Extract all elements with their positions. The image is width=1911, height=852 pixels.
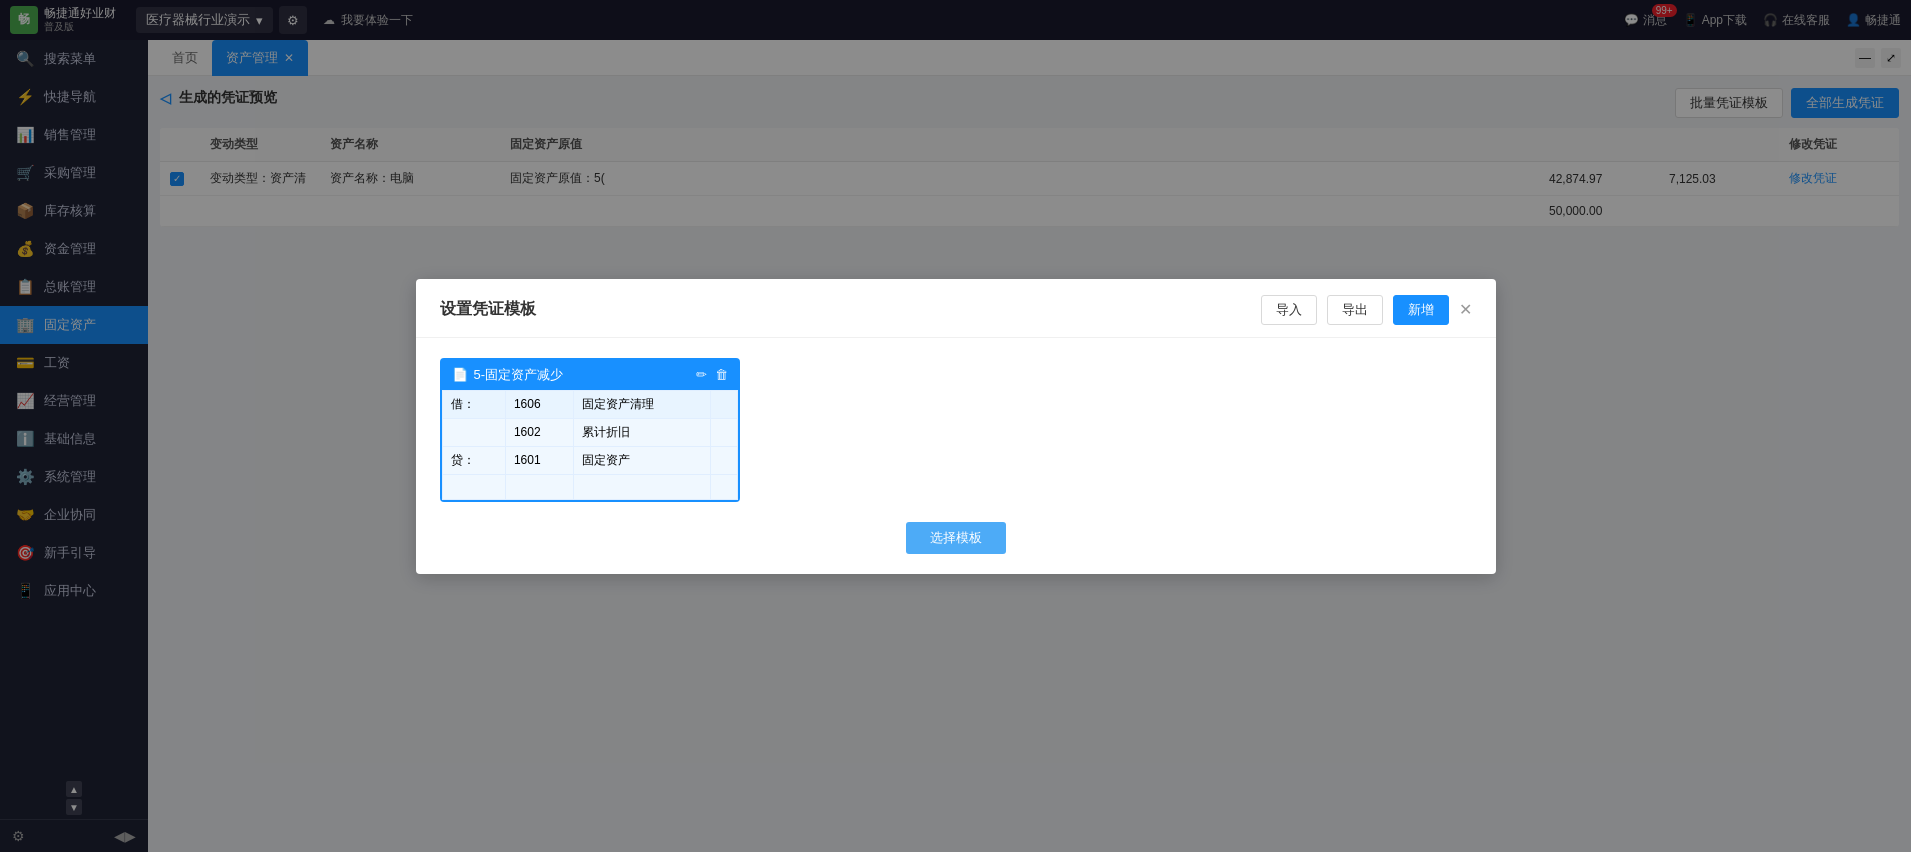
debit-amount-1 — [711, 390, 737, 418]
template-card-header: 📄 5-固定资产减少 ✏ 🗑 — [442, 360, 738, 390]
debit-code-2: 1602 — [505, 418, 573, 446]
delete-icon[interactable]: 🗑 — [715, 367, 728, 382]
empty-row — [442, 474, 737, 499]
export-btn[interactable]: 导出 — [1327, 295, 1383, 325]
edit-icon[interactable]: ✏ — [696, 367, 707, 382]
template-card: 📄 5-固定资产减少 ✏ 🗑 借： 1606 固定资产清理 — [440, 358, 740, 502]
template-doc-icon: 📄 — [452, 367, 468, 382]
debit-name-1: 固定资产清理 — [573, 390, 711, 418]
dialog-overlay: 设置凭证模板 导入 导出 新增 ✕ 📄 5-固定资产减少 ✏ 🗑 — [0, 0, 1911, 852]
dialog-title: 设置凭证模板 — [440, 299, 536, 320]
select-template-btn[interactable]: 选择模板 — [906, 522, 1006, 554]
template-card-actions: ✏ 🗑 — [696, 367, 728, 382]
close-icon[interactable]: ✕ — [1459, 300, 1472, 319]
dialog-header: 设置凭证模板 导入 导出 新增 ✕ — [416, 279, 1496, 338]
import-btn[interactable]: 导入 — [1261, 295, 1317, 325]
new-btn[interactable]: 新增 — [1393, 295, 1449, 325]
empty-2 — [505, 474, 573, 499]
credit-row-1: 贷： 1601 固定资产 — [442, 446, 737, 474]
credit-code-1: 1601 — [505, 446, 573, 474]
debit-amount-2 — [711, 418, 737, 446]
debit-row-1: 借： 1606 固定资产清理 — [442, 390, 737, 418]
empty-1 — [442, 474, 505, 499]
debit-name-2: 累计折旧 — [573, 418, 711, 446]
credit-label-1: 贷： — [442, 446, 505, 474]
select-template-area: 选择模板 — [440, 522, 1472, 554]
debit-label-1: 借： — [442, 390, 505, 418]
template-name-area: 📄 5-固定资产减少 — [452, 366, 564, 384]
dialog-header-actions: 导入 导出 新增 ✕ — [1261, 295, 1472, 325]
debit-label-2 — [442, 418, 505, 446]
credit-name-1: 固定资产 — [573, 446, 711, 474]
dialog: 设置凭证模板 导入 导出 新增 ✕ 📄 5-固定资产减少 ✏ 🗑 — [416, 279, 1496, 574]
dialog-body: 📄 5-固定资产减少 ✏ 🗑 借： 1606 固定资产清理 — [416, 338, 1496, 574]
credit-amount-1 — [711, 446, 737, 474]
template-name: 5-固定资产减少 — [474, 366, 564, 384]
empty-3 — [573, 474, 711, 499]
template-table: 借： 1606 固定资产清理 1602 累计折旧 贷： — [442, 390, 738, 500]
debit-row-2: 1602 累计折旧 — [442, 418, 737, 446]
empty-4 — [711, 474, 737, 499]
debit-code-1: 1606 — [505, 390, 573, 418]
